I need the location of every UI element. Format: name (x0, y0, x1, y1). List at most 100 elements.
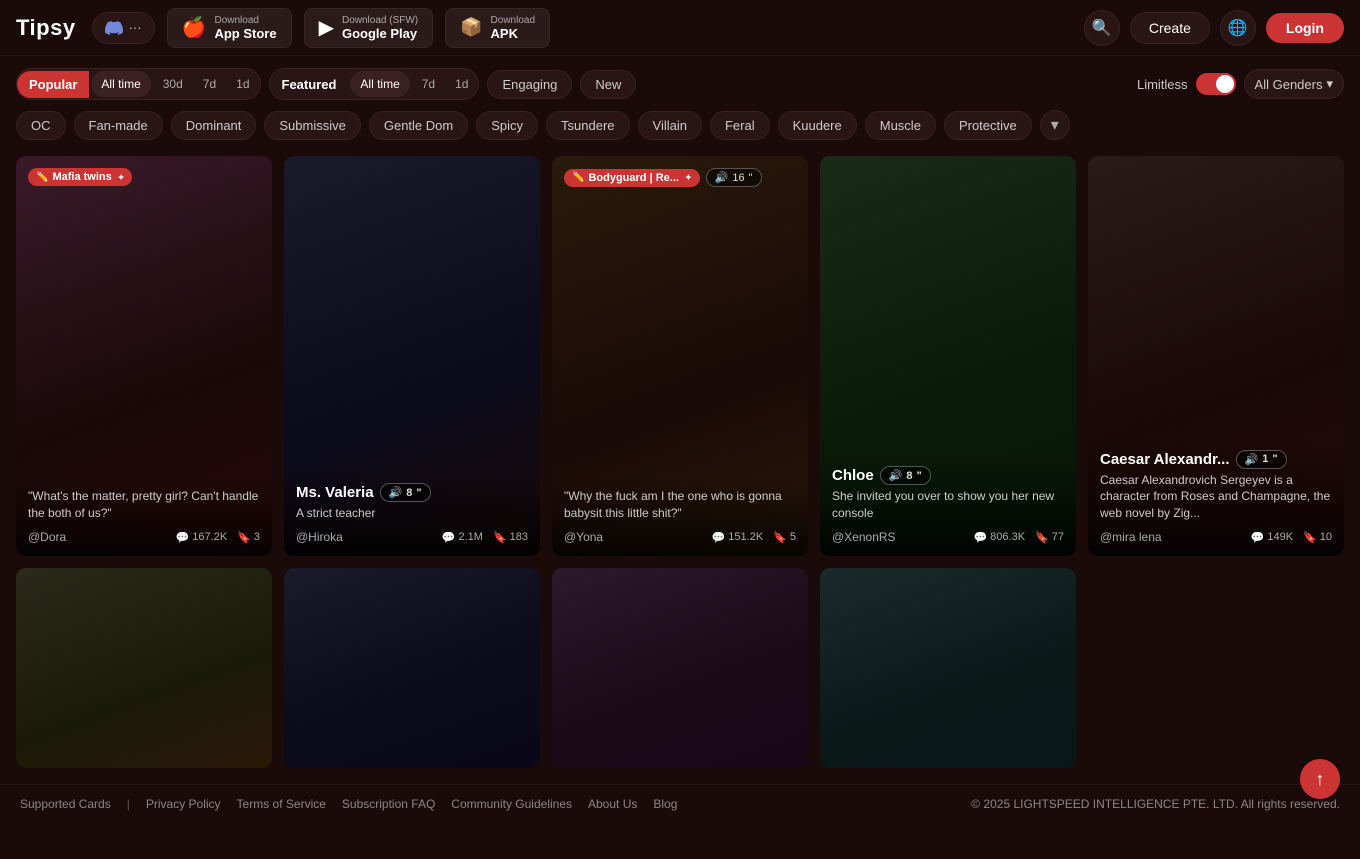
featured-label[interactable]: Featured (270, 71, 349, 98)
card-2-name: Ms. Valeria 🔊 8 " (296, 483, 528, 502)
card-5-desc: Caesar Alexandrovich Sergeyev is a chara… (1100, 472, 1332, 522)
footer-subscription-faq[interactable]: Subscription FAQ (342, 797, 435, 811)
card-2-voice-badge: 🔊 8 " (380, 483, 431, 502)
card-1-stats: 💬 167.2K 🔖 3 (176, 531, 260, 544)
card-1-author: @Dora (28, 530, 66, 544)
card-4-footer: @XenonRS 💬 806.3K 🔖 77 (832, 530, 1064, 544)
card-4-author: @XenonRS (832, 530, 896, 544)
comment-icon: 💬 (442, 531, 456, 544)
card-4-name: Chloe 🔊 8 " (832, 466, 1064, 485)
popular-7d[interactable]: 7d (193, 71, 226, 97)
popular-1d[interactable]: 1d (226, 71, 259, 97)
tag-gentledom[interactable]: Gentle Dom (369, 111, 468, 140)
bookmark-icon: 🔖 (1035, 531, 1049, 544)
card-4-comments: 💬 806.3K (973, 531, 1025, 544)
tag-fanmade[interactable]: Fan-made (74, 111, 163, 140)
all-genders-label: All Genders (1255, 77, 1323, 92)
download-apk-button[interactable]: 📦 Download APK (445, 8, 550, 48)
featured-filter-group: Featured All time 7d 1d (269, 68, 480, 100)
tag-feral[interactable]: Feral (710, 111, 770, 140)
appstore-top-label: Download (214, 15, 276, 26)
footer: Supported Cards | Privacy Policy Terms o… (0, 784, 1360, 823)
card-8[interactable] (552, 568, 808, 768)
card-5-voice-badge: 🔊 1 " (1236, 450, 1287, 469)
engaging-button[interactable]: Engaging (487, 70, 572, 99)
card-4[interactable]: Chloe 🔊 8 " She invited you over to show… (820, 156, 1076, 556)
new-button[interactable]: New (580, 70, 636, 99)
all-genders-select[interactable]: All Genders ▾ (1244, 69, 1344, 99)
popular-label[interactable]: Popular (17, 71, 89, 98)
card-1-overlay: "What's the matter, pretty girl? Can't h… (16, 476, 272, 556)
tag-oc[interactable]: OC (16, 111, 66, 140)
card-5-comments: 💬 149K (1251, 531, 1293, 544)
download-appstore-button[interactable]: 🍎 Download App Store (167, 8, 292, 48)
limitless-toggle[interactable] (1196, 73, 1236, 95)
footer-about-us[interactable]: About Us (588, 797, 637, 811)
voice-icon: 🔊 (889, 469, 903, 482)
card-1[interactable]: ✏️ Mafia twins "What's the matter, prett… (16, 156, 272, 556)
featured-7d[interactable]: 7d (412, 71, 445, 97)
bookmark-icon: 🔖 (237, 531, 251, 544)
search-icon: 🔍 (1092, 18, 1112, 38)
card-3[interactable]: ✏️ Bodyguard | Re... 🔊 16 " "Why the fuc… (552, 156, 808, 556)
footer-blog[interactable]: Blog (653, 797, 677, 811)
tag-muscle[interactable]: Muscle (865, 111, 936, 140)
card-3-overlay: "Why the fuck am I the one who is gonna … (552, 476, 808, 556)
card-3-top-badge: ✏️ Bodyguard | Re... 🔊 16 " (564, 168, 762, 187)
apple-icon: 🍎 (182, 15, 207, 40)
globe-icon: 🌐 (1228, 18, 1248, 38)
app-logo[interactable]: Tipsy (16, 15, 76, 41)
featured-1d[interactable]: 1d (445, 71, 478, 97)
footer-supported-cards[interactable]: Supported Cards (20, 797, 111, 811)
create-button[interactable]: Create (1130, 12, 1210, 44)
card-5[interactable]: Caesar Alexandr... 🔊 1 " Caesar Alexandr… (1088, 156, 1344, 556)
card-3-desc: "Why the fuck am I the one who is gonna … (564, 488, 796, 522)
filter-row-tags: OC Fan-made Dominant Submissive Gentle D… (16, 110, 1344, 140)
card-5-overlay: Caesar Alexandr... 🔊 1 " Caesar Alexandr… (1088, 438, 1344, 556)
expand-tags-button[interactable]: ▾ (1040, 110, 1070, 140)
appstore-main-label: App Store (214, 26, 276, 41)
google-play-icon: ▶ (319, 15, 334, 40)
card-5-views: 🔖 10 (1303, 531, 1332, 544)
popular-alltime[interactable]: All time (91, 71, 150, 97)
tag-dominant[interactable]: Dominant (171, 111, 257, 140)
footer-links: Supported Cards | Privacy Policy Terms o… (20, 797, 677, 811)
card-1-desc: "What's the matter, pretty girl? Can't h… (28, 488, 260, 522)
filter-bar: Popular All time 30d 7d 1d Featured All … (0, 56, 1360, 140)
toggle-knob (1216, 75, 1234, 93)
login-button[interactable]: Login (1266, 13, 1344, 43)
apk-main-label: APK (491, 26, 535, 41)
card-2-footer: @Hiroka 💬 2.1M 🔖 183 (296, 530, 528, 544)
featured-alltime[interactable]: All time (350, 71, 409, 97)
footer-terms-of-service[interactable]: Terms of Service (237, 797, 326, 811)
card-2[interactable]: Ms. Valeria 🔊 8 " A strict teacher @Hiro… (284, 156, 540, 556)
scroll-top-button[interactable]: ↑ (1300, 759, 1340, 799)
voice-icon: 🔊 (389, 486, 403, 499)
tag-submissive[interactable]: Submissive (264, 111, 360, 140)
tag-villain[interactable]: Villain (638, 111, 702, 140)
card-7[interactable] (284, 568, 540, 768)
apk-top-label: Download (491, 15, 535, 26)
tag-protective[interactable]: Protective (944, 111, 1032, 140)
comment-icon: 💬 (973, 531, 987, 544)
tag-tsundere[interactable]: Tsundere (546, 111, 629, 140)
footer-community-guidelines[interactable]: Community Guidelines (451, 797, 572, 811)
footer-privacy-policy[interactable]: Privacy Policy (146, 797, 221, 811)
card-3-author: @Yona (564, 530, 603, 544)
tag-spicy[interactable]: Spicy (476, 111, 538, 140)
card-6[interactable] (16, 568, 272, 768)
discord-icon (105, 19, 123, 37)
discord-button[interactable]: ··· (92, 12, 155, 44)
card-3-tag-badge: ✏️ Bodyguard | Re... (564, 169, 700, 187)
download-googleplay-button[interactable]: ▶ Download (SFW) Google Play (304, 8, 434, 48)
language-button[interactable]: 🌐 (1220, 10, 1256, 46)
card-2-overlay: Ms. Valeria 🔊 8 " A strict teacher @Hiro… (284, 471, 540, 556)
search-button[interactable]: 🔍 (1084, 10, 1120, 46)
tag-kuudere[interactable]: Kuudere (778, 111, 857, 140)
popular-30d[interactable]: 30d (153, 71, 193, 97)
card-2-comments: 💬 2.1M (442, 531, 483, 544)
card-5-footer: @mira lena 💬 149K 🔖 10 (1100, 530, 1332, 544)
card-9[interactable] (820, 568, 1076, 768)
card-4-views: 🔖 77 (1035, 531, 1064, 544)
footer-copyright: © 2025 LIGHTSPEED INTELLIGENCE PTE. LTD.… (971, 797, 1340, 811)
